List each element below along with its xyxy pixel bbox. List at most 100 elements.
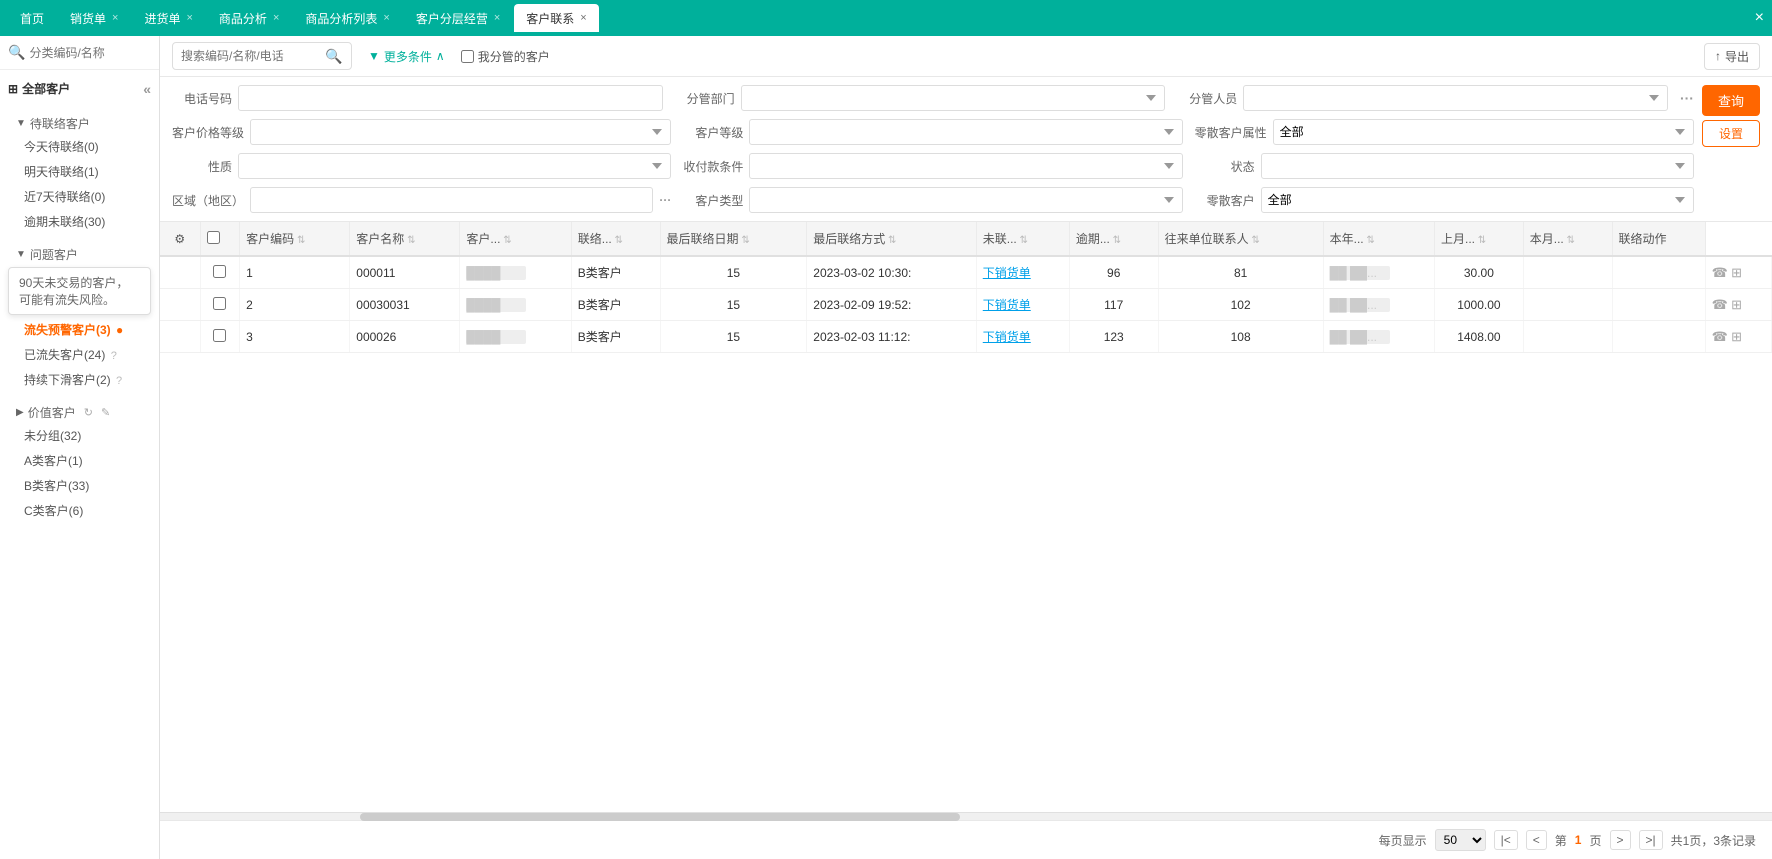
tab-sales[interactable]: 销货单 × xyxy=(58,4,130,32)
th-this-year[interactable]: 本年... ⇅ xyxy=(1323,222,1434,256)
row-method[interactable]: 下销货单 xyxy=(976,321,1069,353)
th-code[interactable]: 客户编码 ⇅ xyxy=(240,222,350,256)
sidebar-item-b-class[interactable]: B类客户(33) xyxy=(0,473,159,498)
row-method[interactable]: 下销货单 xyxy=(976,256,1069,289)
filter-phone-input[interactable] xyxy=(238,85,663,111)
row-index: 1 xyxy=(240,256,350,289)
select-all-checkbox[interactable] xyxy=(207,231,220,244)
more-filter-button[interactable]: ▼ 更多条件 ∧ xyxy=(360,44,453,69)
filter-retail-select[interactable]: 全部 xyxy=(1273,119,1694,145)
th-contact-person[interactable]: 往来单位联系人 ⇅ xyxy=(1158,222,1323,256)
global-close-icon[interactable]: × xyxy=(1755,9,1764,27)
tab-purchase[interactable]: 进货单 × xyxy=(132,4,204,32)
sidebar-item-a-class[interactable]: A类客户(1) xyxy=(0,448,159,473)
filter-level-select[interactable] xyxy=(749,119,1182,145)
tab-goods-analysis-close[interactable]: × xyxy=(273,12,279,24)
filter-price-select[interactable] xyxy=(250,119,671,145)
row-checkbox-cell[interactable] xyxy=(200,289,240,321)
sidebar-pending-header[interactable]: ▼ 待联络客户 xyxy=(0,111,159,134)
tab-purchase-close[interactable]: × xyxy=(186,12,192,24)
action-grid-icon[interactable]: ⊞ xyxy=(1731,329,1742,344)
th-type[interactable]: 客户... ⇅ xyxy=(460,222,571,256)
th-contact[interactable]: 联络... ⇅ xyxy=(571,222,660,256)
sidebar-collapse-icon[interactable]: « xyxy=(143,81,151,97)
filter-region-input[interactable] xyxy=(250,187,653,213)
sidebar-search-input[interactable] xyxy=(29,46,160,60)
query-button[interactable]: 查询 xyxy=(1702,85,1760,116)
row-checkbox-cell[interactable] xyxy=(200,256,240,289)
scrollbar-thumb[interactable] xyxy=(360,813,960,821)
contact-icon[interactable]: ☎ xyxy=(1712,297,1728,312)
tab-home[interactable]: 首页 xyxy=(8,4,56,32)
sidebar-item-today[interactable]: 今天待联络(0) xyxy=(0,134,159,159)
tab-goods-analysis[interactable]: 商品分析 × xyxy=(207,4,291,32)
sidebar-problem-section: ▼ 问题客户 90天未交易的客户，可能有流失风险。 流失预警客户(3) ● 已流… xyxy=(0,238,159,396)
filter-nature-select[interactable] xyxy=(238,153,671,179)
row-method[interactable]: 下销货单 xyxy=(976,289,1069,321)
tab-sales-close[interactable]: × xyxy=(112,12,118,24)
filter-status-select[interactable] xyxy=(1261,153,1694,179)
tab-customer-tier-close[interactable]: × xyxy=(494,12,500,24)
row-action[interactable]: ☎ ⊞ xyxy=(1705,289,1771,321)
sidebar-item-declining[interactable]: 持续下滑客户(2) ? xyxy=(0,367,159,392)
tab-goods-list-close[interactable]: × xyxy=(383,12,389,24)
sidebar-item-churn-warning[interactable]: 流失预警客户(3) ● xyxy=(0,317,159,342)
th-overdue[interactable]: 逾期... ⇅ xyxy=(1069,222,1158,256)
refresh-icon[interactable]: ↻ xyxy=(84,406,93,419)
setting-button[interactable]: 设置 xyxy=(1702,120,1760,147)
sidebar-item-c-class[interactable]: C类客户(6) xyxy=(0,498,159,523)
search-input[interactable] xyxy=(181,49,321,63)
filter-retail-cust-select[interactable]: 全部 xyxy=(1261,187,1694,213)
filter-person-select[interactable] xyxy=(1243,85,1668,111)
filter-more-dots[interactable]: ··· xyxy=(1680,90,1694,106)
prev-page-btn[interactable]: < xyxy=(1526,830,1547,850)
sidebar-item-tomorrow[interactable]: 明天待联络(1) xyxy=(0,159,159,184)
action-grid-icon[interactable]: ⊞ xyxy=(1731,297,1742,312)
sidebar-problem-header[interactable]: ▼ 问题客户 xyxy=(0,242,159,265)
sidebar-value-header[interactable]: ▶ 价值客户 ↻ ✎ xyxy=(0,400,159,423)
sort-lmonth-icon: ⇅ xyxy=(1475,235,1486,246)
table-gear-header[interactable]: ⚙ xyxy=(160,222,200,256)
row-action[interactable]: ☎ ⊞ xyxy=(1705,256,1771,289)
contact-icon[interactable]: ☎ xyxy=(1712,329,1728,344)
edit-icon[interactable]: ✎ xyxy=(101,406,110,419)
action-grid-icon[interactable]: ⊞ xyxy=(1731,265,1742,280)
th-un-contact[interactable]: 未联... ⇅ xyxy=(976,222,1069,256)
filter-payment-select[interactable] xyxy=(749,153,1182,179)
next-page-btn[interactable]: > xyxy=(1610,830,1631,850)
sidebar-item-churned[interactable]: 已流失客户(24) ? xyxy=(0,342,159,367)
last-page-btn[interactable]: >| xyxy=(1639,830,1663,850)
th-last-method[interactable]: 最后联络方式 ⇅ xyxy=(807,222,976,256)
filter-dept-select[interactable] xyxy=(741,85,1166,111)
row-contact: 15 xyxy=(660,256,807,289)
row-checkbox[interactable] xyxy=(213,265,226,278)
sidebar-root-header[interactable]: ⊞ 全部客户 « xyxy=(0,74,159,103)
row-action[interactable]: ☎ ⊞ xyxy=(1705,321,1771,353)
tab-customer-contact-close[interactable]: × xyxy=(580,12,586,24)
row-checkbox[interactable] xyxy=(213,297,226,310)
table-checkbox-header[interactable] xyxy=(200,222,240,256)
export-button[interactable]: ↑ 导出 xyxy=(1704,43,1760,70)
horizontal-scrollbar[interactable] xyxy=(160,812,1772,820)
filter-ctype-select[interactable] xyxy=(749,187,1182,213)
th-last-date[interactable]: 最后联络日期 ⇅ xyxy=(660,222,807,256)
row-checkbox-cell[interactable] xyxy=(200,321,240,353)
filter-region-dots[interactable]: ··· xyxy=(659,193,671,207)
sidebar-item-overdue-contact[interactable]: 逾期未联络(30) xyxy=(0,209,159,234)
search-icon[interactable]: 🔍 xyxy=(325,48,342,65)
filter-payment-label: 收付款条件 xyxy=(683,158,743,175)
page-size-select[interactable]: 50 100 xyxy=(1435,829,1486,851)
my-customer-filter[interactable]: 我分管的客户 xyxy=(461,48,550,65)
tab-customer-contact[interactable]: 客户联系 × xyxy=(514,4,598,32)
tab-customer-tier[interactable]: 客户分层经营 × xyxy=(404,4,512,32)
my-customer-checkbox[interactable] xyxy=(461,50,474,63)
sidebar-item-7days[interactable]: 近7天待联络(0) xyxy=(0,184,159,209)
tab-goods-list[interactable]: 商品分析列表 × xyxy=(293,4,401,32)
th-this-month[interactable]: 本月... ⇅ xyxy=(1523,222,1612,256)
contact-icon[interactable]: ☎ xyxy=(1712,265,1728,280)
th-name[interactable]: 客户名称 ⇅ xyxy=(350,222,460,256)
row-checkbox[interactable] xyxy=(213,329,226,342)
first-page-btn[interactable]: |< xyxy=(1494,830,1518,850)
th-last-month[interactable]: 上月... ⇅ xyxy=(1435,222,1524,256)
sidebar-item-ungroup[interactable]: 未分组(32) xyxy=(0,423,159,448)
